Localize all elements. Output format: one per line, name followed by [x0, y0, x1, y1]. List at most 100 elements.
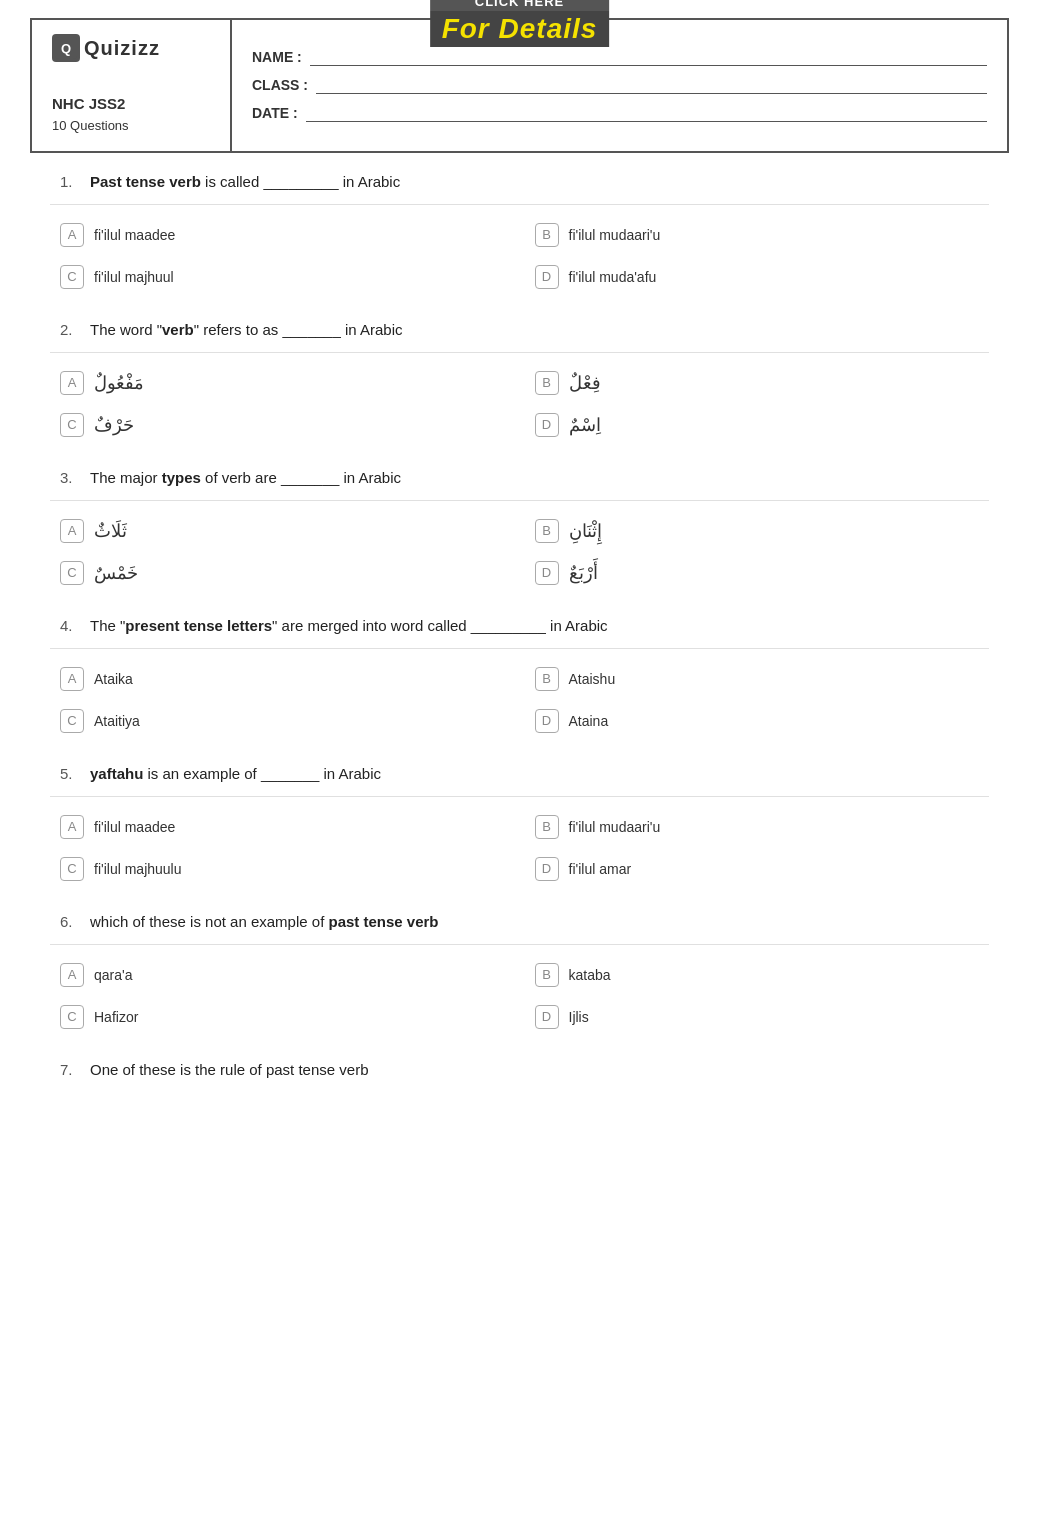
- option-letter-A: A: [60, 223, 84, 247]
- question-5-body: yaftahu is an example of _______ in Arab…: [90, 765, 989, 782]
- option-text-3-C: خَمْسٌ: [94, 562, 138, 584]
- question-4-option-B[interactable]: B Ataishu: [535, 663, 990, 695]
- question-3-body: The major types of verb are _______ in A…: [90, 469, 989, 486]
- question-2-option-A[interactable]: Aمَفْعُولٌ: [60, 367, 515, 399]
- option-text-3-A: ثَلَاثٌ: [94, 520, 127, 542]
- question-1-options: Afi'ilul maadee Bfi'ilul mudaari'u Cfi'ilu…: [60, 219, 989, 293]
- question-2-body: The word "verb" refers to as _______ in …: [90, 321, 989, 338]
- question-4-option-C[interactable]: CAtaitiya: [60, 705, 515, 737]
- header-left: Q Quizizz NHC JSS2 10 Questions: [32, 20, 232, 151]
- option-letter-B: B: [535, 667, 559, 691]
- question-6-text: 6.which of these is not an example of pa…: [60, 913, 989, 930]
- question-4-options: A Ataika B Ataishu CAtaitiya D Ataina: [60, 663, 989, 737]
- option-letter-D: D: [535, 1005, 559, 1029]
- question-4: 4.The "present tense letters" are merged…: [50, 617, 989, 737]
- option-letter-B: B: [535, 519, 559, 543]
- name-input-line[interactable]: [310, 48, 987, 66]
- option-text-4-D: Ataina: [569, 713, 609, 729]
- question-3-num: 3.: [60, 469, 80, 486]
- option-text-1-B: fi'ilul mudaari'u: [569, 227, 661, 243]
- option-letter-A: A: [60, 519, 84, 543]
- option-letter-B: B: [535, 815, 559, 839]
- option-text-6-B: kataba: [569, 967, 611, 983]
- question-2-option-B[interactable]: Bفِعْلٌ: [535, 367, 990, 399]
- question-2-option-C[interactable]: Cحَرْفٌ: [60, 409, 515, 441]
- option-text-6-C: Hafizor: [94, 1009, 138, 1025]
- option-letter-D: D: [535, 413, 559, 437]
- question-6: 6.which of these is not an example of pa…: [50, 913, 989, 1033]
- question-6-option-C[interactable]: CHafizor: [60, 1001, 515, 1033]
- option-letter-C: C: [60, 857, 84, 881]
- question-7-num: 7.: [60, 1061, 80, 1078]
- quizizz-logo: Q Quizizz: [52, 34, 210, 62]
- click-here-text: CLICK HERE: [430, 0, 610, 11]
- class-label: CLASS :: [252, 77, 308, 93]
- option-text-1-A: fi'ilul maadee: [94, 227, 175, 243]
- question-7-body: One of these is the rule of past tense v…: [90, 1061, 989, 1078]
- option-text-5-A: fi'ilul maadee: [94, 819, 175, 835]
- header-right: NAME : CLASS : DATE :: [232, 20, 1007, 151]
- quiz-questions: 10 Questions: [52, 116, 210, 137]
- question-2-option-D[interactable]: D اِسْمٌ: [535, 409, 990, 441]
- option-letter-A: A: [60, 963, 84, 987]
- option-letter-A: A: [60, 815, 84, 839]
- option-text-6-D: Ijlis: [569, 1009, 589, 1025]
- option-text-5-D: fi'ilul amar: [569, 861, 632, 877]
- question-1: 1.Past tense verb is called _________ in…: [50, 173, 989, 293]
- option-text-2-C: حَرْفٌ: [94, 414, 134, 436]
- question-5-option-D[interactable]: Dfi'ilul amar: [535, 853, 990, 885]
- question-3-option-B[interactable]: B إِثْنَانِ: [535, 515, 990, 547]
- option-letter-A: A: [60, 667, 84, 691]
- option-text-2-B: فِعْلٌ: [569, 372, 601, 394]
- question-2-text: 2. The word "verb" refers to as _______ i…: [60, 321, 989, 338]
- class-field-row: CLASS :: [252, 76, 987, 94]
- svg-text:Q: Q: [61, 41, 71, 56]
- question-3-options: A ثَلَاثٌ B إِثْنَانِ Cخَمْسٌ Dأَرْبَعٌ: [60, 515, 989, 589]
- quiz-info: NHC JSS2 10 Questions: [52, 92, 210, 137]
- question-1-option-C[interactable]: Cfi'ilul majhuul: [60, 261, 515, 293]
- option-text-3-B: إِثْنَانِ: [569, 520, 602, 542]
- question-3-option-C[interactable]: Cخَمْسٌ: [60, 557, 515, 589]
- question-3: 3. The major types of verb are _______ in…: [50, 469, 989, 589]
- option-text-5-C: fi'ilul majhuulu: [94, 861, 182, 877]
- option-text-6-A: qara'a: [94, 967, 132, 983]
- question-1-option-D[interactable]: Dfi'ilul muda'afu: [535, 261, 990, 293]
- class-input-line[interactable]: [316, 76, 987, 94]
- question-5: 5.yaftahu is an example of _______ in Ar…: [50, 765, 989, 885]
- option-text-2-D: اِسْمٌ: [569, 414, 601, 436]
- logo-icon: Q: [52, 34, 80, 62]
- option-text-4-A: Ataika: [94, 671, 133, 687]
- question-6-option-B[interactable]: Bkataba: [535, 959, 990, 991]
- quiz-name: NHC JSS2: [52, 92, 210, 116]
- option-letter-D: D: [535, 857, 559, 881]
- question-2: 2. The word "verb" refers to as _______ i…: [50, 321, 989, 441]
- question-2-num: 2.: [60, 321, 80, 338]
- option-letter-D: D: [535, 561, 559, 585]
- question-6-option-A[interactable]: Aqara'a: [60, 959, 515, 991]
- question-1-option-B[interactable]: Bfi'ilul mudaari'u: [535, 219, 990, 251]
- option-letter-D: D: [535, 709, 559, 733]
- date-input-line[interactable]: [306, 104, 987, 122]
- question-3-option-D[interactable]: Dأَرْبَعٌ: [535, 557, 990, 589]
- question-1-option-A[interactable]: Afi'ilul maadee: [60, 219, 515, 251]
- for-details-text: For Details: [430, 11, 610, 47]
- option-text-4-B: Ataishu: [569, 671, 616, 687]
- question-1-body: Past tense verb is called _________ in A…: [90, 173, 989, 190]
- question-3-option-A[interactable]: A ثَلَاثٌ: [60, 515, 515, 547]
- question-5-option-C[interactable]: Cfi'ilul majhuulu: [60, 853, 515, 885]
- option-text-4-C: Ataitiya: [94, 713, 140, 729]
- logo-text: Quizizz: [84, 37, 160, 60]
- option-letter-B: B: [535, 963, 559, 987]
- option-text-2-A: مَفْعُولٌ: [94, 372, 144, 394]
- questions-area: 1.Past tense verb is called _________ in…: [0, 163, 1039, 1116]
- question-4-option-D[interactable]: D Ataina: [535, 705, 990, 737]
- question-5-option-B[interactable]: Bfi'ilul mudaari'u: [535, 811, 990, 843]
- question-2-options: Aمَفْعُولٌ Bفِعْلٌ Cحَرْفٌ D اِسْمٌ: [60, 367, 989, 441]
- question-5-option-A[interactable]: Afi'ilul maadee: [60, 811, 515, 843]
- question-4-option-A[interactable]: A Ataika: [60, 663, 515, 695]
- name-field-row: NAME :: [252, 48, 987, 66]
- option-text-5-B: fi'ilul mudaari'u: [569, 819, 661, 835]
- question-6-num: 6.: [60, 913, 80, 930]
- question-7: 7. One of these is the rule of past tense…: [50, 1061, 989, 1078]
- question-6-option-D[interactable]: D Ijlis: [535, 1001, 990, 1033]
